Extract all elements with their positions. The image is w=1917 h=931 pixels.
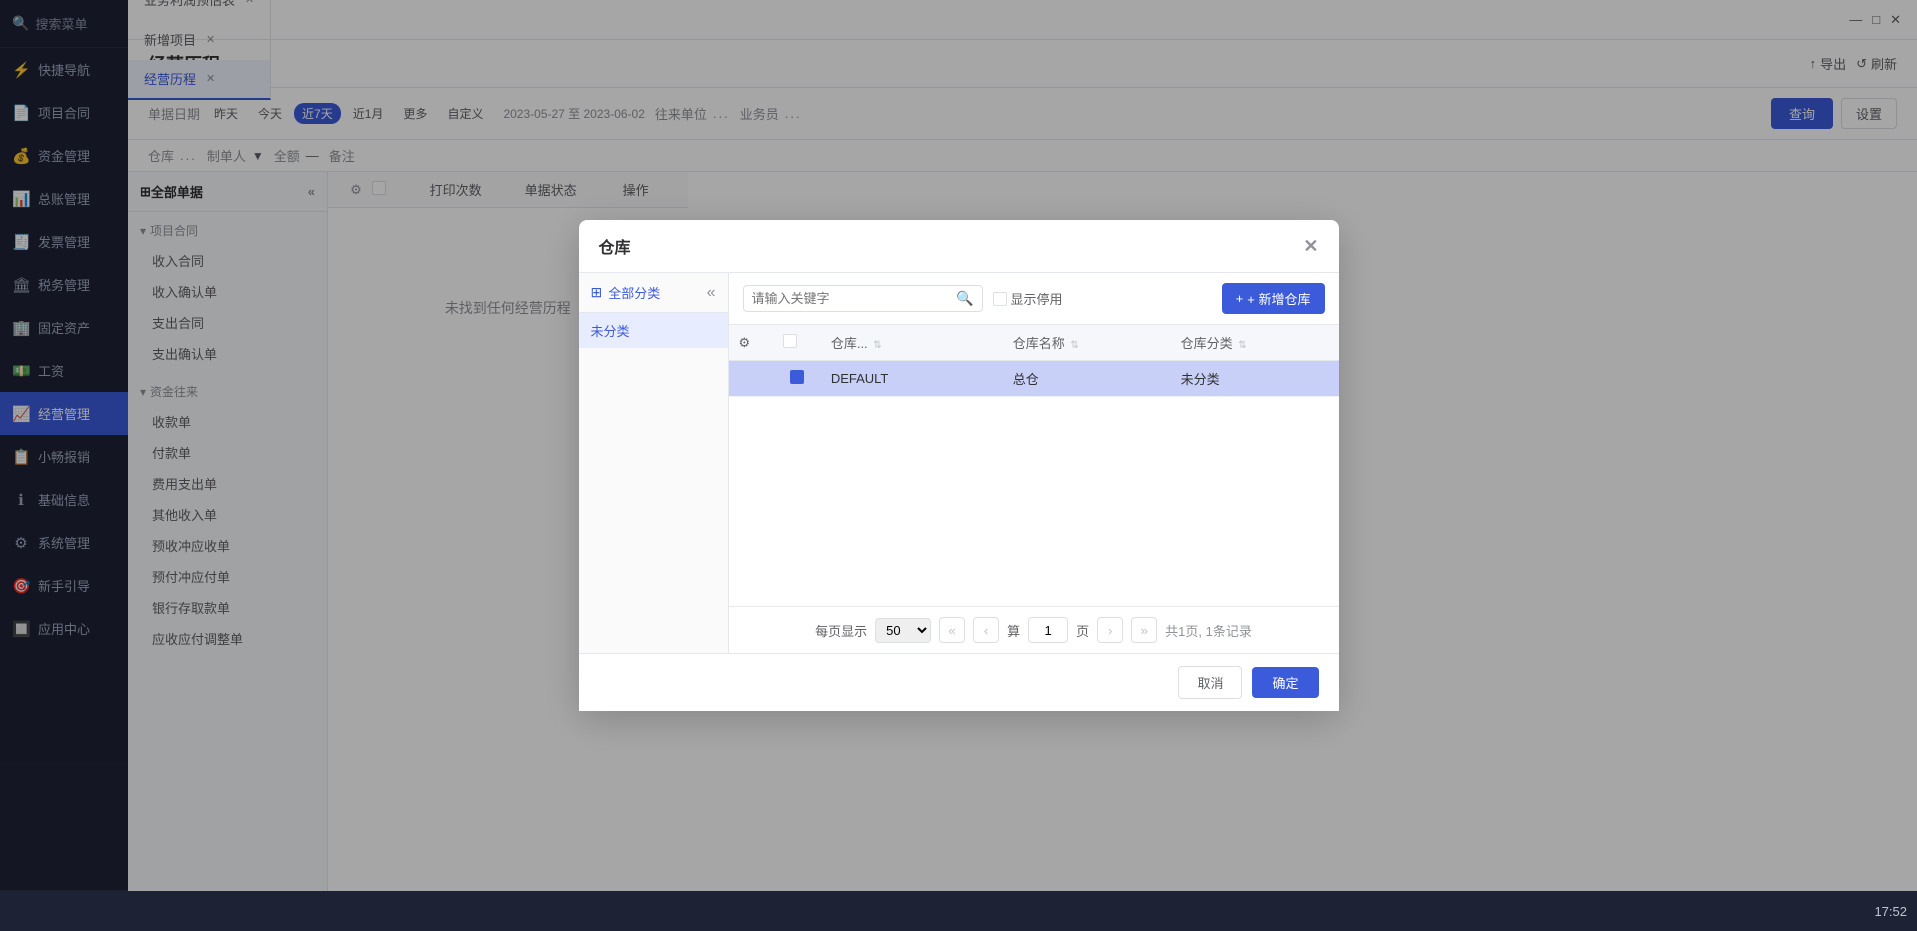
cat-all-label: 全部分类 xyxy=(608,283,660,302)
table-panel: 🔍 显示停用 + + 新增仓库 xyxy=(729,273,1339,653)
pg-size-label: 每页显示 xyxy=(815,621,867,640)
dialog-body: ⊞ 全部分类 « 未分类 🔍 显示停用 xyxy=(579,273,1339,653)
pg-page-label: 算 xyxy=(1007,621,1020,640)
th-code[interactable]: 仓库... ⇅ xyxy=(821,325,1003,361)
row-name: 总仓 xyxy=(1003,361,1171,397)
show-disabled-label: 显示停用 xyxy=(1011,289,1063,308)
show-disabled-wrap[interactable]: 显示停用 xyxy=(993,289,1063,308)
select-all-cb[interactable] xyxy=(783,334,797,348)
cancel-btn[interactable]: 取消 xyxy=(1178,666,1242,699)
sort-code-icon: ⇅ xyxy=(873,340,881,351)
dialog-close-btn[interactable]: ✕ xyxy=(1303,236,1318,257)
dialog-header: 仓库 ✕ xyxy=(579,220,1339,273)
warehouse-table-head: ⚙ 仓库... ⇅ 仓库名称 ⇅ xyxy=(729,325,1339,361)
pg-page-unit: 页 xyxy=(1076,621,1089,640)
cat-items-list: 未分类 xyxy=(579,313,728,653)
show-disabled-checkbox[interactable] xyxy=(993,292,1007,306)
th-category[interactable]: 仓库分类 ⇅ xyxy=(1171,325,1339,361)
pg-size-select[interactable]: 50 20 100 xyxy=(875,618,931,643)
search-wrap: 🔍 xyxy=(743,285,983,312)
taskbar-clock: 17:52 xyxy=(1874,904,1907,919)
add-warehouse-btn[interactable]: + + 新增仓库 xyxy=(1222,283,1325,314)
cat-collapse-btn[interactable]: « xyxy=(707,284,716,302)
taskbar-right: 17:52 xyxy=(1874,904,1907,919)
dialog-footer: 取消 确定 xyxy=(579,653,1339,711)
dialog-title: 仓库 xyxy=(599,234,631,258)
search-icon: 🔍 xyxy=(956,290,973,307)
row-code: DEFAULT xyxy=(821,361,1003,397)
cat-all-title[interactable]: ⊞ 全部分类 « xyxy=(579,273,728,313)
cat-item-unclassified[interactable]: 未分类 xyxy=(579,313,728,348)
warehouse-table-scroll: ⚙ 仓库... ⇅ 仓库名称 ⇅ xyxy=(729,325,1339,606)
th-checkbox[interactable] xyxy=(773,325,821,361)
modal-overlay: 仓库 ✕ ⊞ 全部分类 « 未分类 xyxy=(0,0,1917,931)
row-checkbox[interactable] xyxy=(773,361,821,397)
th-name[interactable]: 仓库名称 ⇅ xyxy=(1003,325,1171,361)
cat-panel: ⊞ 全部分类 « 未分类 xyxy=(579,273,729,653)
pg-prev-btn[interactable]: ‹ xyxy=(973,617,999,643)
sort-name-icon: ⇅ xyxy=(1070,340,1078,351)
pg-next-btn[interactable]: › xyxy=(1097,617,1123,643)
warehouse-dialog: 仓库 ✕ ⊞ 全部分类 « 未分类 xyxy=(579,220,1339,711)
plus-icon: + xyxy=(1236,291,1244,306)
table-row[interactable]: DEFAULT 总仓 未分类 xyxy=(729,361,1339,397)
pg-last-btn[interactable]: » xyxy=(1131,617,1157,643)
pg-first-btn[interactable]: « xyxy=(939,617,965,643)
warehouse-table-body: DEFAULT 总仓 未分类 xyxy=(729,361,1339,397)
pg-page-input[interactable] xyxy=(1028,617,1068,643)
search-input[interactable] xyxy=(752,291,951,306)
warehouse-table: ⚙ 仓库... ⇅ 仓库名称 ⇅ xyxy=(729,325,1339,397)
th-gear[interactable]: ⚙ xyxy=(729,325,774,361)
table-toolbar: 🔍 显示停用 + + 新增仓库 xyxy=(729,273,1339,325)
pg-total: 共1页, 1条记录 xyxy=(1165,621,1252,640)
row-gear xyxy=(729,361,774,397)
sort-cat-icon: ⇅ xyxy=(1238,340,1246,351)
row-cb[interactable] xyxy=(790,370,804,384)
row-category: 未分类 xyxy=(1171,361,1339,397)
warehouse-pagination: 每页显示 50 20 100 « ‹ 算 页 › » 共1页, 1条记录 xyxy=(729,606,1339,653)
taskbar: 17:52 xyxy=(0,891,1917,931)
grid-icon: ⊞ xyxy=(591,284,603,301)
confirm-btn[interactable]: 确定 xyxy=(1252,667,1318,698)
